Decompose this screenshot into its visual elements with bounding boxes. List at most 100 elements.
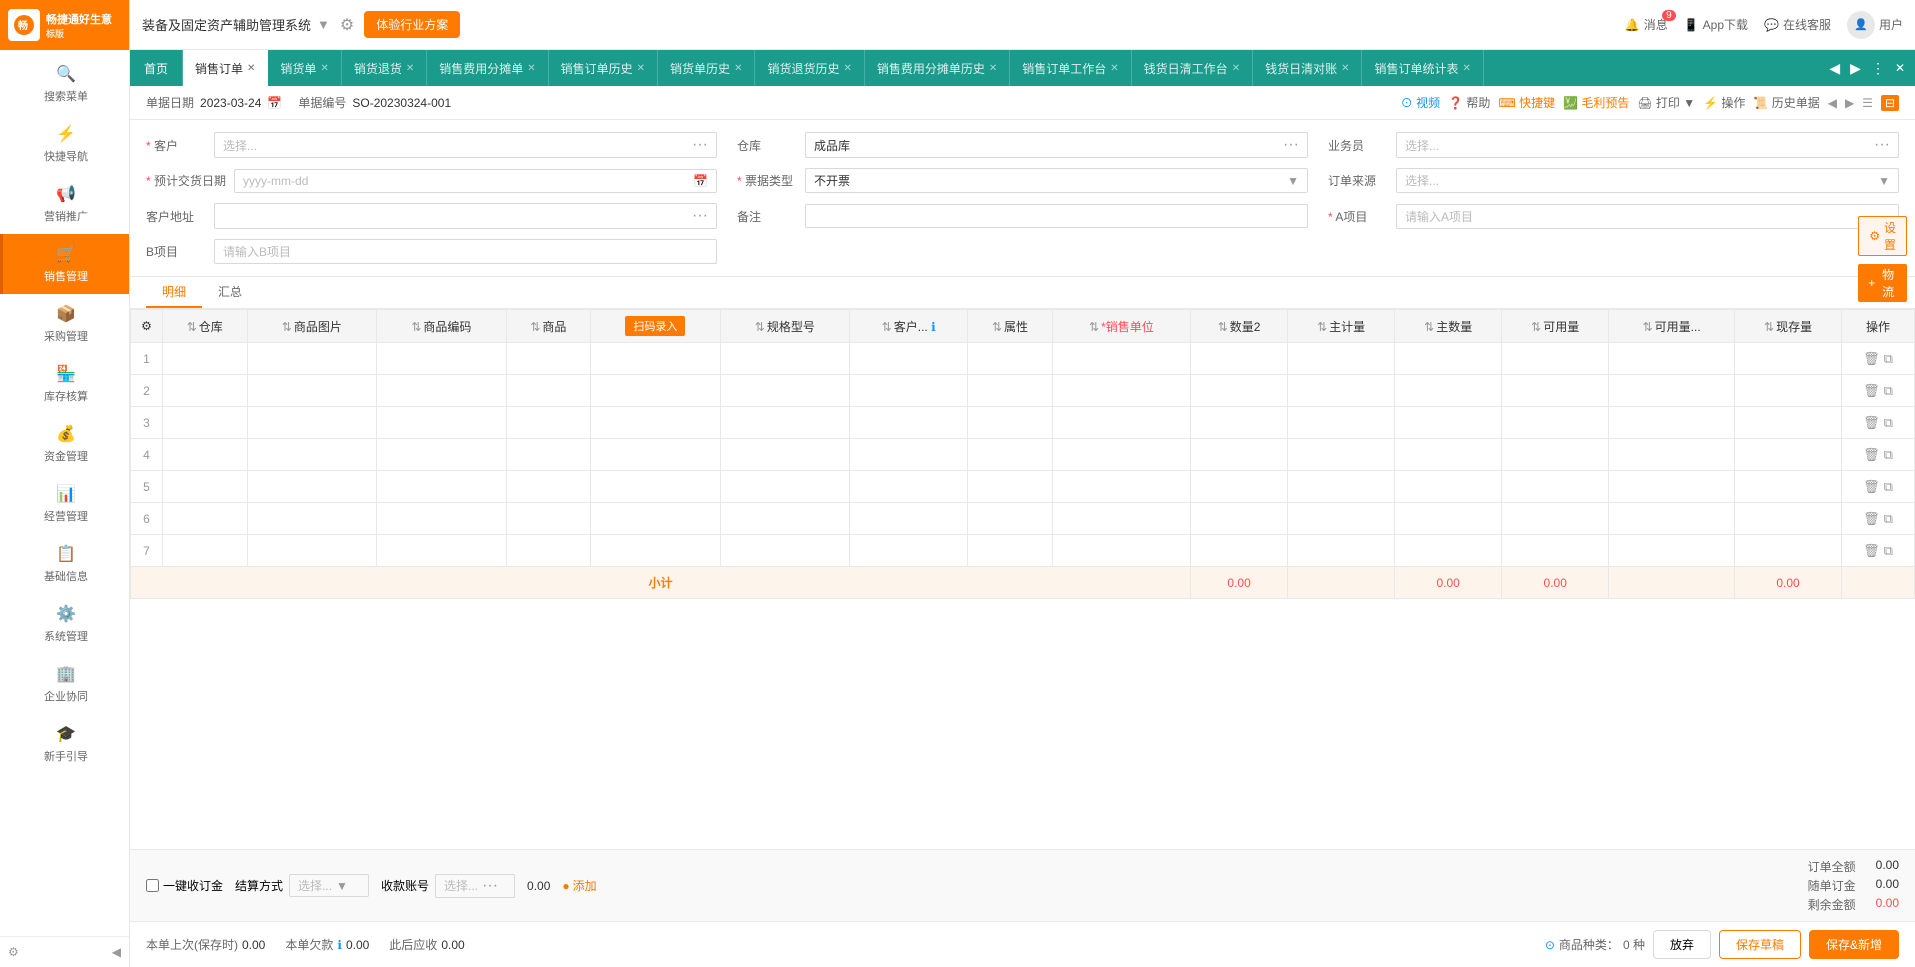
cell-attr[interactable] bbox=[968, 439, 1053, 471]
delete-icon[interactable]: 🗑 bbox=[1863, 479, 1880, 495]
collapse-icon[interactable]: ◀ bbox=[112, 945, 121, 959]
cell-warehouse[interactable] bbox=[163, 503, 248, 535]
cell-available[interactable] bbox=[1502, 343, 1609, 375]
cell-qty2[interactable] bbox=[1191, 439, 1288, 471]
cell-unit[interactable] bbox=[1052, 375, 1190, 407]
tab-close-icon[interactable]: ✕ bbox=[637, 63, 645, 74]
settings-btn[interactable]: ⚙ 设置 bbox=[1858, 216, 1907, 256]
sidebar-item-marketing[interactable]: 📢 营销推广 bbox=[0, 174, 129, 234]
invoice-select[interactable]: 不开票 ▼ bbox=[805, 168, 1308, 193]
tab-home[interactable]: 首页 bbox=[130, 50, 183, 86]
cell-main-qty[interactable] bbox=[1395, 535, 1502, 567]
tab-close-icon[interactable]: ✕ bbox=[1463, 63, 1471, 74]
delete-icon[interactable]: 🗑 bbox=[1863, 511, 1880, 527]
cell-main-qty[interactable] bbox=[1395, 439, 1502, 471]
copy-icon[interactable]: ⧉ bbox=[1884, 415, 1893, 431]
customer-dots[interactable]: ··· bbox=[692, 136, 708, 154]
sidebar-item-purchase[interactable]: 📦 采购管理 bbox=[0, 294, 129, 354]
cell-customer-code[interactable] bbox=[850, 407, 968, 439]
cell-current[interactable] bbox=[1735, 407, 1842, 439]
cell-main-unit[interactable] bbox=[1288, 407, 1395, 439]
sidebar-item-guide[interactable]: 🎓 新手引导 bbox=[0, 714, 129, 774]
warehouse-input[interactable]: 成品库 ··· bbox=[805, 132, 1308, 158]
delete-icon[interactable]: 🗑 bbox=[1863, 383, 1880, 399]
cell-code[interactable] bbox=[377, 343, 507, 375]
cell-unit[interactable] bbox=[1052, 471, 1190, 503]
payment-select[interactable]: 选择... ▼ bbox=[289, 874, 369, 897]
salesperson-input[interactable]: 选择... ··· bbox=[1396, 132, 1899, 158]
tab-daily-account[interactable]: 钱货日清对账 ✕ bbox=[1253, 50, 1362, 86]
cell-customer-code[interactable] bbox=[850, 439, 968, 471]
cell-qty2[interactable] bbox=[1191, 343, 1288, 375]
sidebar-item-operation[interactable]: 📊 经营管理 bbox=[0, 474, 129, 534]
cell-code[interactable] bbox=[377, 503, 507, 535]
calendar2-icon[interactable]: 📅 bbox=[693, 174, 708, 188]
note-input[interactable] bbox=[805, 204, 1308, 228]
tab-sales-order[interactable]: 销售订单 ✕ bbox=[183, 50, 268, 86]
order-source-input[interactable]: 选择... ▼ bbox=[1396, 168, 1899, 193]
cell-main-qty[interactable] bbox=[1395, 471, 1502, 503]
cell-spec[interactable] bbox=[720, 503, 850, 535]
tab-detail[interactable]: 明细 bbox=[146, 277, 202, 308]
cell-qty2[interactable] bbox=[1191, 375, 1288, 407]
tab-close-icon[interactable]: ✕ bbox=[1232, 63, 1240, 74]
nav-prev[interactable]: ◀ bbox=[1828, 96, 1837, 110]
tab-close-icon[interactable]: ✕ bbox=[843, 63, 851, 74]
tab-menu-icon[interactable]: ⋮ bbox=[1867, 58, 1889, 79]
cell-available2[interactable] bbox=[1609, 471, 1735, 503]
tab-close-icon[interactable]: ✕ bbox=[1110, 63, 1118, 74]
cell-available2[interactable] bbox=[1609, 535, 1735, 567]
cell-spec[interactable] bbox=[720, 375, 850, 407]
dropdown-icon[interactable]: ▼ bbox=[317, 17, 330, 32]
cell-available[interactable] bbox=[1502, 535, 1609, 567]
copy-icon[interactable]: ⧉ bbox=[1884, 543, 1893, 559]
cell-current[interactable] bbox=[1735, 439, 1842, 471]
view-grid-icon[interactable]: ⊟ bbox=[1881, 95, 1899, 111]
online-service-btn[interactable]: 💬 在线客服 bbox=[1764, 16, 1831, 33]
delivery-input[interactable]: yyyy-mm-dd 📅 bbox=[234, 169, 717, 193]
cell-main-unit[interactable] bbox=[1288, 375, 1395, 407]
tab-order-workbench[interactable]: 销售订单工作台 ✕ bbox=[1010, 50, 1131, 86]
cell-main-unit[interactable] bbox=[1288, 343, 1395, 375]
cell-code[interactable] bbox=[377, 471, 507, 503]
copy-icon[interactable]: ⧉ bbox=[1884, 351, 1893, 367]
account-dots[interactable]: ··· bbox=[482, 877, 498, 895]
cell-customer-code[interactable] bbox=[850, 471, 968, 503]
cell-current[interactable] bbox=[1735, 471, 1842, 503]
cell-customer-code[interactable] bbox=[850, 343, 968, 375]
tab-prev-arrow[interactable]: ◀ bbox=[1825, 58, 1844, 79]
tab-summary[interactable]: 汇总 bbox=[202, 277, 258, 308]
cell-available[interactable] bbox=[1502, 471, 1609, 503]
cell-available2[interactable] bbox=[1609, 439, 1735, 471]
notification-btn[interactable]: 🔔 9 消息 bbox=[1625, 16, 1668, 33]
cell-warehouse[interactable] bbox=[163, 535, 248, 567]
cell-name[interactable] bbox=[506, 471, 591, 503]
cell-name[interactable] bbox=[506, 535, 591, 567]
cell-code[interactable] bbox=[377, 535, 507, 567]
delete-icon[interactable]: 🗑 bbox=[1863, 351, 1880, 367]
cell-qty2[interactable] bbox=[1191, 407, 1288, 439]
cell-qty2[interactable] bbox=[1191, 471, 1288, 503]
cell-spec[interactable] bbox=[720, 343, 850, 375]
tab-goods-history[interactable]: 销货单历史 ✕ bbox=[658, 50, 755, 86]
add-btn[interactable]: ● 添加 bbox=[562, 877, 596, 894]
info-icon[interactable]: ℹ bbox=[337, 938, 342, 952]
cell-main-qty[interactable] bbox=[1395, 343, 1502, 375]
tab-close-icon[interactable]: ✕ bbox=[1341, 63, 1349, 74]
cell-current[interactable] bbox=[1735, 343, 1842, 375]
cell-code[interactable] bbox=[377, 375, 507, 407]
help-btn[interactable]: ❓ 帮助 bbox=[1448, 94, 1490, 111]
cell-attr[interactable] bbox=[968, 471, 1053, 503]
sidebar-item-sales[interactable]: 🛒 销售管理 bbox=[0, 234, 129, 294]
nav-next[interactable]: ▶ bbox=[1845, 96, 1854, 110]
sidebar-item-search[interactable]: 🔍 搜索菜单 bbox=[0, 54, 129, 114]
cell-name[interactable] bbox=[506, 407, 591, 439]
cell-name[interactable] bbox=[506, 439, 591, 471]
sidebar-item-finance[interactable]: 💰 资金管理 bbox=[0, 414, 129, 474]
print-btn[interactable]: 🖨 打印 ▼ bbox=[1637, 94, 1695, 111]
cell-code[interactable] bbox=[377, 407, 507, 439]
cell-main-qty[interactable] bbox=[1395, 375, 1502, 407]
cell-unit[interactable] bbox=[1052, 407, 1190, 439]
cell-main-unit[interactable] bbox=[1288, 503, 1395, 535]
copy-icon[interactable]: ⧉ bbox=[1884, 479, 1893, 495]
